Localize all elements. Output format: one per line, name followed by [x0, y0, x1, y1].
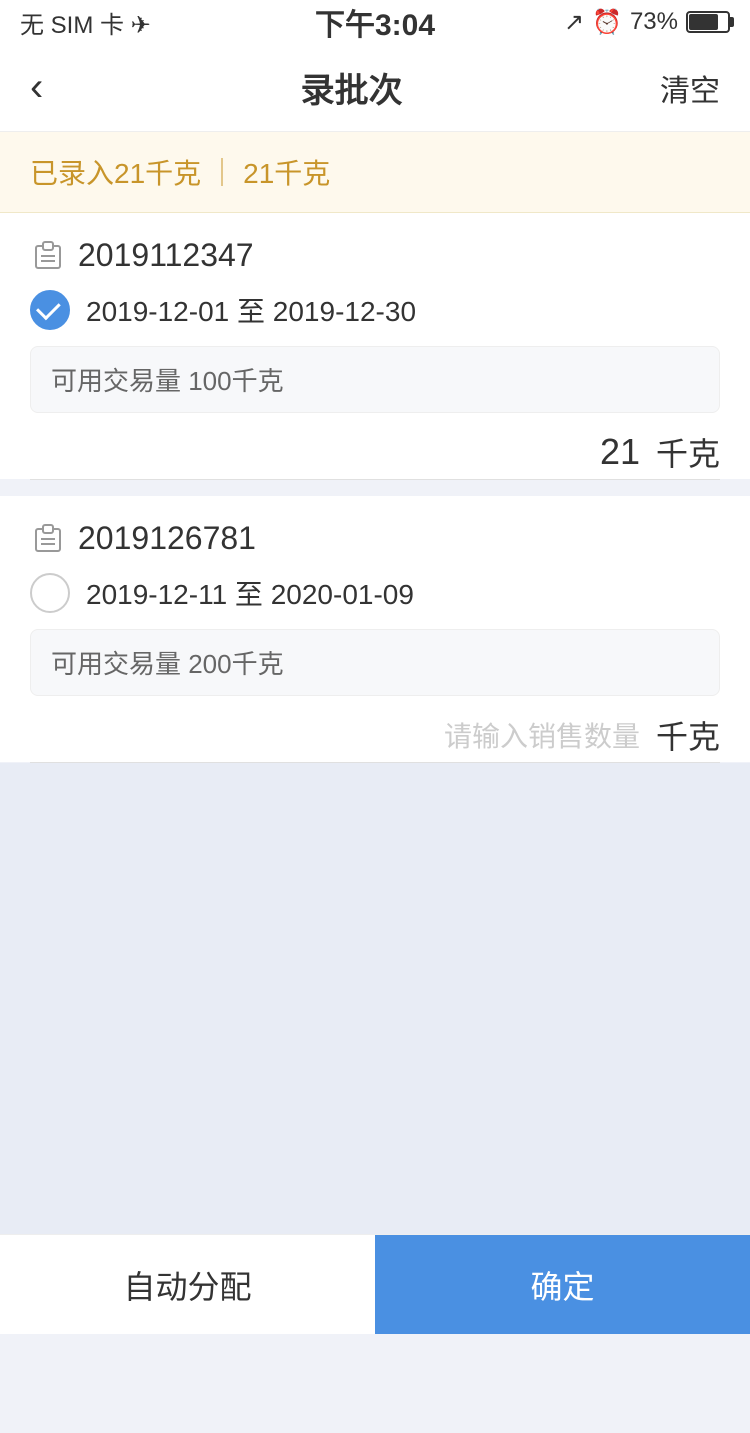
location-icon: ↗	[564, 8, 584, 37]
alarm-icon: ⏰	[592, 8, 622, 37]
qty-unit-1: 千克	[656, 429, 720, 475]
batch-id-1: 2019112347	[78, 237, 254, 274]
available-qty-2: 可用交易量 200千克	[30, 629, 720, 696]
qty-unit-2: 千克	[656, 712, 720, 758]
available-qty-1: 可用交易量 100千克	[30, 346, 720, 413]
status-right: ↗ ⏰ 73%	[564, 8, 730, 37]
auto-distribute-button[interactable]: 自动分配	[0, 1235, 375, 1334]
batch-icon-2	[30, 521, 66, 557]
status-left: 无 SIM 卡 ✈	[20, 5, 151, 40]
batch-date-1: 2019-12-01 至 2019-12-30	[86, 290, 416, 330]
battery-icon	[686, 11, 730, 33]
status-bar: 无 SIM 卡 ✈ 下午3:04 ↗ ⏰ 73%	[0, 0, 750, 44]
clear-button[interactable]: 清空	[660, 66, 720, 110]
summary-value: 21千克	[243, 152, 330, 192]
battery-percent: 73%	[630, 8, 678, 36]
sim-status: 无 SIM 卡 ✈	[20, 5, 151, 40]
batch-date-2: 2019-12-11 至 2020-01-09	[86, 573, 414, 613]
batch-header-1: 2019112347	[30, 237, 720, 274]
qty-value-1: 21	[600, 431, 640, 473]
radio-2[interactable]	[30, 573, 70, 613]
batch-item-1: 2019112347 2019-12-01 至 2019-12-30 可用交易量…	[0, 213, 750, 413]
back-button[interactable]: ‹	[30, 65, 43, 110]
nav-bar: ‹ 录批次 清空	[0, 44, 750, 132]
batch-item-2: 2019126781 2019-12-11 至 2020-01-09 可用交易量…	[0, 496, 750, 696]
radio-1[interactable]	[30, 290, 70, 330]
batch-id-2: 2019126781	[78, 520, 256, 557]
batch-date-row-1[interactable]: 2019-12-01 至 2019-12-30	[30, 290, 720, 330]
summary-divider	[221, 158, 223, 186]
summary-label: 已录入21千克	[30, 152, 201, 192]
qty-wrapper-2: 请输入销售数量 千克	[0, 696, 750, 762]
page-title: 录批次	[301, 63, 403, 112]
qty-wrapper-1: 21 千克	[0, 413, 750, 479]
batch-icon-1	[30, 238, 66, 274]
qty-placeholder-2: 请输入销售数量	[30, 715, 640, 755]
batch-header-2: 2019126781	[30, 520, 720, 557]
batch-date-row-2[interactable]: 2019-12-11 至 2020-01-09	[30, 573, 720, 613]
section-separator	[0, 480, 750, 496]
confirm-button[interactable]: 确定	[375, 1235, 750, 1334]
summary-banner: 已录入21千克 21千克	[0, 132, 750, 213]
bottom-bar: 自动分配 确定	[0, 1234, 750, 1334]
status-time: 下午3:04	[315, 0, 435, 44]
